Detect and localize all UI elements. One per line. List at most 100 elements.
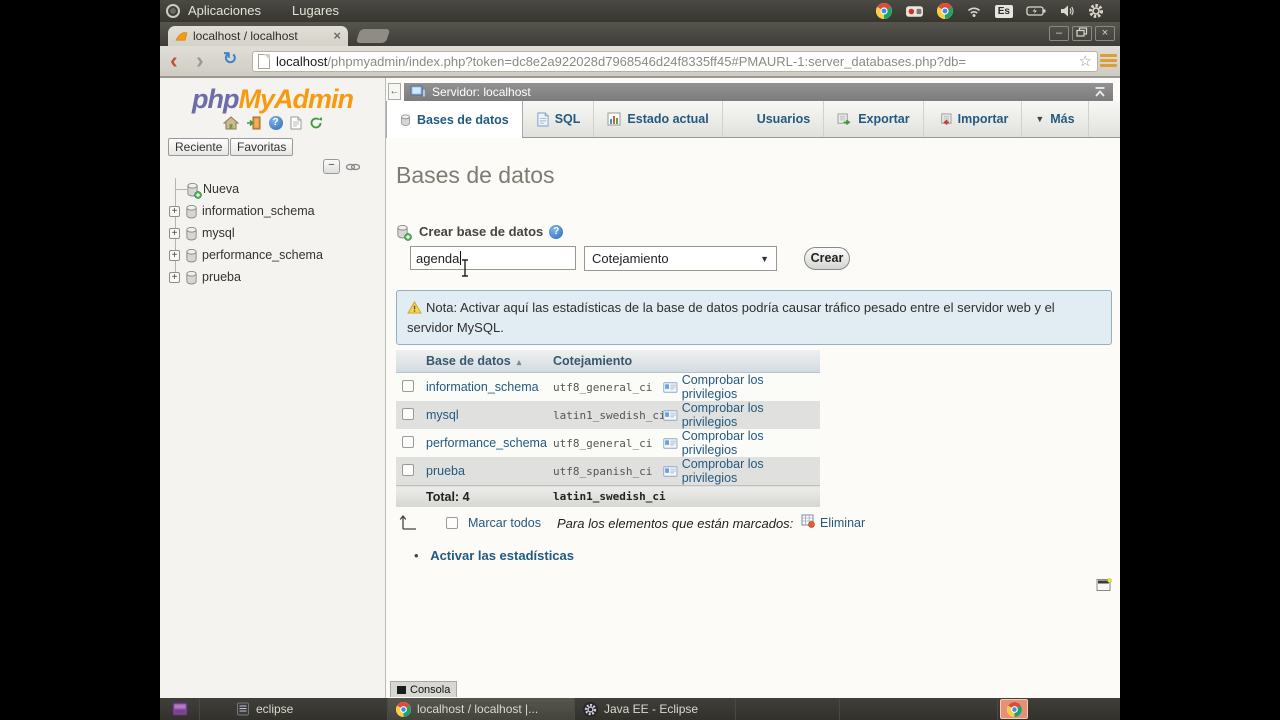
favorites-button[interactable]: Favoritas (230, 138, 294, 156)
check-all-link[interactable]: Marcar todos (468, 516, 541, 530)
menu-lugares[interactable]: Lugares (292, 3, 339, 18)
column-header-database[interactable]: Base de datos ▴ (420, 350, 547, 373)
taskbar-item-java-eclipse[interactable]: Java EE - Eclipse (575, 698, 736, 720)
tab-bases-de-datos[interactable]: Bases de datos (386, 101, 523, 138)
database-link[interactable]: mysql (426, 408, 459, 422)
server-breadcrumb: Servidor: localhost (432, 85, 531, 99)
taskbar-item-chrome[interactable]: localhost / localhost |... (388, 698, 575, 720)
url-host: localhost (276, 54, 328, 69)
sort-asc-icon: ▴ (516, 357, 522, 367)
database-icon (185, 226, 198, 241)
tree-item-performance-schema[interactable]: + performance_schema (169, 244, 323, 266)
taskbar-item-eclipse[interactable]: eclipse (200, 698, 388, 720)
screen-recorder-icon[interactable] (905, 5, 924, 18)
console-toggle[interactable]: Consola (390, 681, 458, 697)
row-checkbox[interactable] (402, 379, 414, 392)
browser-tab[interactable]: localhost / localhost × (168, 26, 348, 46)
database-link[interactable]: prueba (426, 464, 465, 478)
link-icon[interactable] (345, 162, 361, 172)
delete-link[interactable]: Eliminar (820, 516, 865, 530)
battery-icon[interactable] (1026, 5, 1046, 17)
expand-icon[interactable]: + (169, 271, 180, 283)
drawer-icon (172, 701, 188, 717)
tree-item-new[interactable]: Nueva (186, 178, 239, 200)
collapse-all-icon[interactable]: − (323, 159, 340, 174)
taskbar-empty-cell (840, 698, 998, 720)
with-selected-label: Para los elementos que están marcados: (557, 516, 794, 531)
scroll-to-top-icon[interactable] (1093, 86, 1107, 98)
home-icon[interactable] (223, 116, 239, 130)
back-button[interactable]: ‹ (170, 47, 178, 74)
session-gear-icon[interactable] (1088, 3, 1104, 19)
database-link[interactable]: information_schema (426, 380, 539, 394)
bookmark-star-icon[interactable]: ☆ (1079, 54, 1092, 69)
chrome-tray-icon-2[interactable] (937, 3, 953, 19)
table-row: mysql latin1_swedish_ci Comprobar los pr… (396, 401, 820, 429)
new-tab-button[interactable] (355, 29, 391, 43)
browser-toolbar: ‹ › ↻ localhost /phpmyadmin/index.php?to… (160, 46, 1120, 78)
distributor-logo-icon[interactable] (166, 4, 180, 18)
open-new-window-icon[interactable] (1096, 578, 1112, 592)
tab-importar[interactable]: Importar (924, 101, 1023, 137)
docs-icon[interactable] (290, 116, 302, 130)
tab-close-icon[interactable]: × (333, 29, 341, 42)
databases-table: Base de datos ▴ Cotejamiento information_… (396, 350, 820, 507)
expand-icon[interactable]: + (169, 205, 180, 217)
minimize-button[interactable]: – (1049, 26, 1069, 41)
reload-navigation-icon[interactable] (309, 116, 323, 130)
bulk-actions-row: Marcar todos Para los elementos que está… (387, 512, 1120, 536)
browser-titlebar: localhost / localhost × – × (160, 22, 1120, 46)
restore-button[interactable] (1072, 26, 1092, 41)
chevron-down-icon: ▼ (1035, 114, 1045, 124)
wifi-icon[interactable] (966, 3, 982, 19)
database-icon (400, 113, 411, 127)
check-privileges-link[interactable]: Comprobar los privilegios (682, 373, 820, 401)
taskbar-launcher[interactable] (160, 698, 200, 720)
forward-button[interactable]: › (196, 47, 204, 74)
help-icon[interactable]: ? (549, 224, 564, 239)
row-checkbox[interactable] (402, 463, 414, 476)
taskbar: eclipse localhost / localhost |... Java … (160, 698, 1120, 720)
tab-sql[interactable]: SQL (523, 101, 595, 137)
tree-item-prueba[interactable]: + prueba (169, 266, 241, 288)
check-privileges-link[interactable]: Comprobar los privilegios (682, 457, 820, 485)
expand-icon[interactable]: + (169, 227, 180, 239)
address-bar[interactable]: localhost /phpmyadmin/index.php?token=dc… (252, 51, 1098, 72)
check-privileges-link[interactable]: Comprobar los privilegios (682, 401, 820, 429)
privileges-icon (663, 438, 678, 449)
column-header-collation[interactable]: Cotejamiento (547, 350, 659, 373)
create-button[interactable]: Crear (804, 247, 850, 270)
tab-exportar[interactable]: Exportar (824, 101, 924, 137)
volume-icon[interactable] (1059, 3, 1075, 19)
close-window-button[interactable]: × (1095, 26, 1115, 41)
recent-button[interactable]: Reciente (168, 138, 230, 156)
tab-mas[interactable]: ▼ Más (1022, 101, 1089, 137)
tree-item-information-schema[interactable]: + information_schema (169, 200, 315, 222)
check-all-checkbox[interactable] (446, 517, 458, 529)
check-privileges-link[interactable]: Comprobar los privilegios (682, 429, 820, 457)
collation-select[interactable]: Cotejamiento ▼ (584, 246, 777, 271)
chrome-tray-icon[interactable] (876, 3, 892, 19)
row-checkbox[interactable] (402, 407, 414, 420)
reload-button[interactable]: ↻ (223, 49, 237, 69)
menu-aplicaciones[interactable]: Aplicaciones (188, 3, 261, 18)
enable-statistics-link[interactable]: Activar las estadísticas (430, 548, 574, 563)
help-icon[interactable]: ? (268, 116, 283, 130)
database-link[interactable]: performance_schema (426, 436, 547, 450)
browser-menu-icon[interactable] (1100, 54, 1117, 67)
keyboard-layout-indicator[interactable]: Es (994, 4, 1013, 18)
collapse-sidebar-button[interactable]: ← (388, 83, 401, 100)
logout-icon[interactable] (246, 116, 262, 130)
statistics-note: Nota: Activar aquí las estadísticas de l… (396, 290, 1112, 345)
users-icon (736, 114, 751, 125)
tree-item-mysql[interactable]: + mysql (169, 222, 235, 244)
database-name-input[interactable]: agenda (410, 246, 576, 270)
tab-estado-actual[interactable]: Estado actual (594, 101, 723, 137)
pma-tab-strip: Bases de datos SQL Estado actual Usuario… (386, 101, 1120, 138)
table-header-row: Base de datos ▴ Cotejamiento (396, 350, 820, 373)
taskbar-chrome-notification[interactable] (1000, 699, 1028, 719)
eclipse-icon (236, 702, 250, 716)
expand-icon[interactable]: + (169, 249, 180, 261)
row-checkbox[interactable] (402, 435, 414, 448)
tab-usuarios[interactable]: Usuarios (723, 101, 825, 137)
